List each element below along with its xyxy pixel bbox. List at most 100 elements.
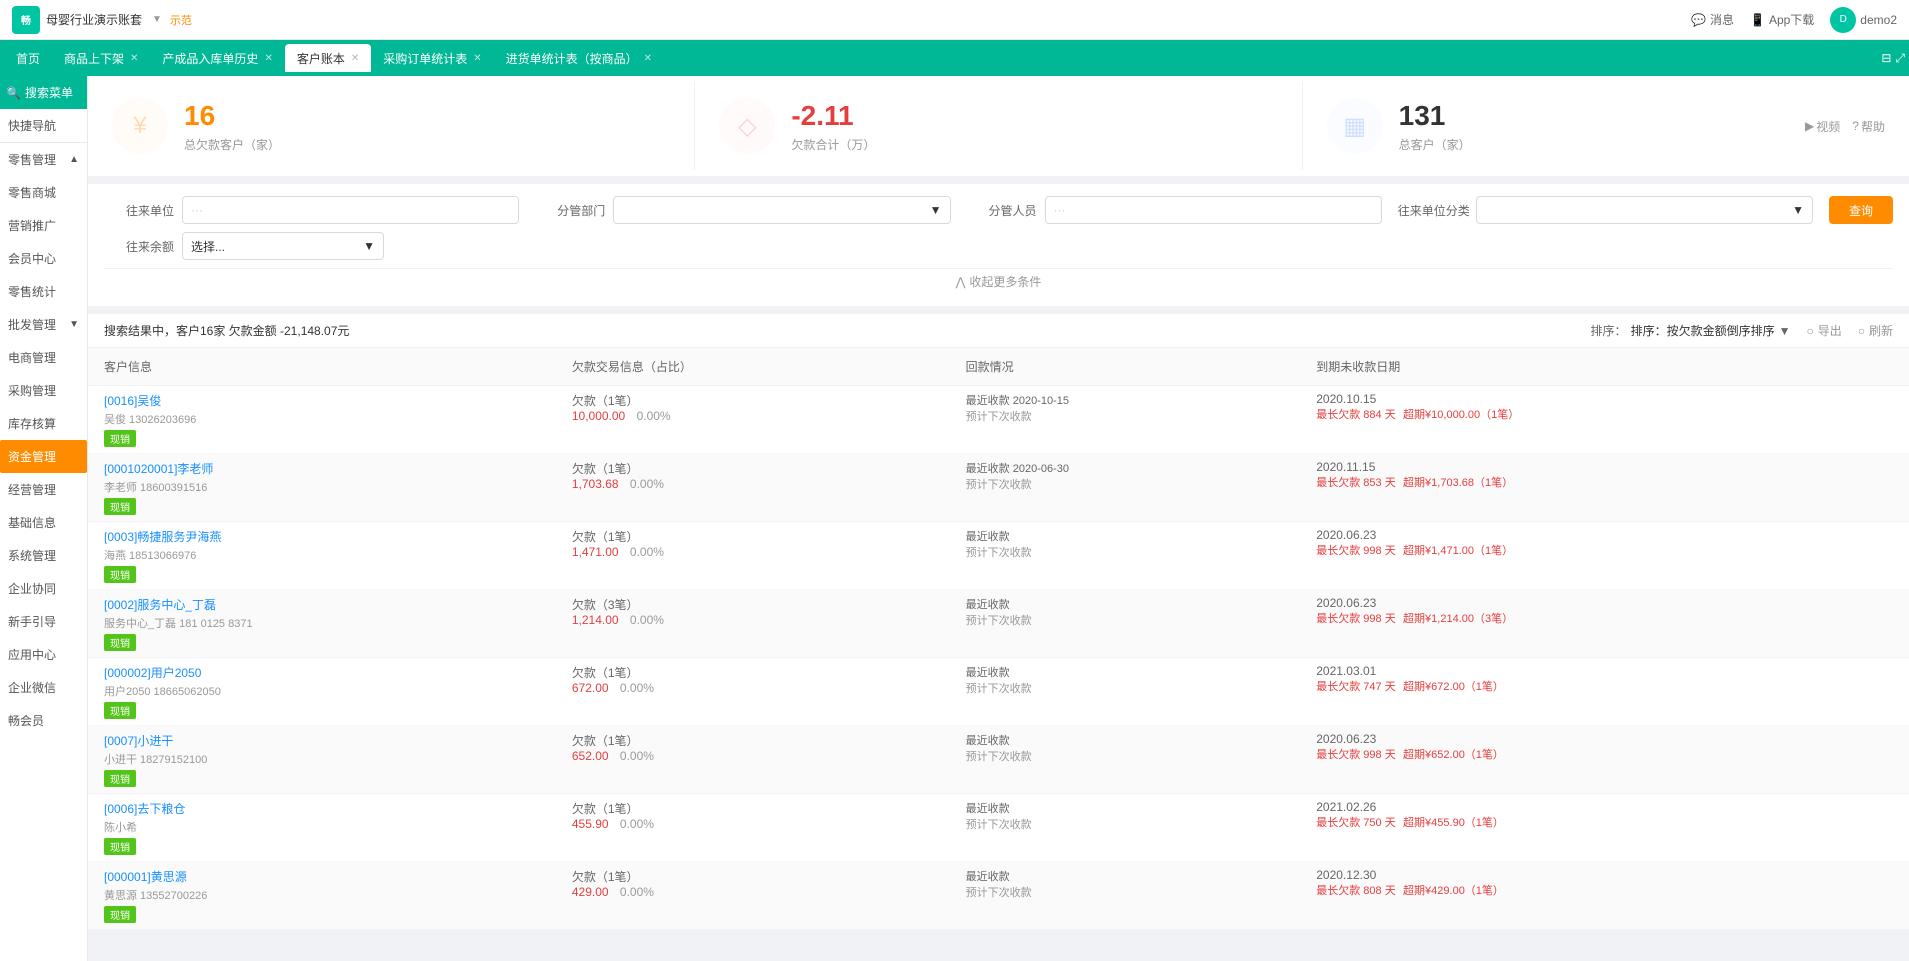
filter-input-vendor[interactable]: ··· [182,196,519,224]
debt-count-5: 欠款（1笔） [572,732,934,749]
export-btn[interactable]: ○ 导出 [1806,322,1841,339]
sidebar-item-vip[interactable]: 畅会员 [0,704,87,737]
cell-due-1: 2020.11.15 最长欠款 853 天 超期¥1,703.68（1笔） [1300,454,1909,522]
tab-shp[interactable]: 商品上下架 ✕ [52,44,150,72]
search-icon: 🔍 [6,86,21,100]
refresh-btn[interactable]: ○ 刷新 [1858,322,1893,339]
customer-name-1[interactable]: [0001020001]李老师 [104,460,540,477]
tab-cgdd[interactable]: 采购订单统计表 ✕ [371,44,493,72]
sidebar-item-retail-stats[interactable]: 零售统计 [0,275,87,308]
debt-amount-row-2: 1,471.00 0.00% [572,545,934,559]
debt-ratio-1: 0.00% [630,477,664,491]
table-row: [0001020001]李老师 李老师 18600391516 现销 欠款（1笔… [88,454,1909,522]
tab-kh-close[interactable]: ✕ [351,53,359,64]
search-button[interactable]: 查询 [1829,196,1893,224]
overdue-days-1: 最长欠款 853 天 [1316,477,1395,489]
tab-shp-close[interactable]: ✕ [130,53,138,64]
customer-name-4[interactable]: [000002]用户2050 [104,664,540,681]
filter-input-vendor-dots: ··· [191,203,203,217]
sidebar-item-system[interactable]: 系统管理 [0,539,87,572]
sidebar-item-wechat[interactable]: 企业微信 [0,671,87,704]
customer-name-7[interactable]: [000001]黄思源 [104,868,540,885]
recent-collect-5: 最近收款 [966,732,1285,748]
due-date-3: 2020.06.23 [1316,596,1893,610]
tab-jh-close[interactable]: ✕ [644,53,652,64]
sidebar-item-retail-mgmt[interactable]: 零售管理 ▲ [0,143,87,176]
sidebar-item-purchase[interactable]: 采购管理 [0,374,87,407]
tab-jh[interactable]: 进货单统计表（按商品） ✕ [494,44,664,72]
stat-icon-customers: ▦ [1327,98,1383,154]
tab-expand-icon[interactable]: ⤢ [1895,51,1905,66]
overdue-amount-7[interactable]: 超期¥429.00（1笔） [1403,885,1504,897]
sidebar-toggle[interactable]: 示范 [170,12,192,28]
sidebar-item-quicknav[interactable]: 快捷导航 [0,109,87,142]
tab-minimize-icon[interactable]: ⊟ [1881,51,1891,66]
sidebar-search-label: 搜索菜单 [25,84,73,101]
overdue-amount-6[interactable]: 超期¥455.90（1笔） [1403,817,1504,829]
sidebar-item-basic[interactable]: 基础信息 [0,506,87,539]
filter-input-person[interactable]: ··· [1045,196,1382,224]
sidebar-item-inventory[interactable]: 库存核算 [0,407,87,440]
stat-action-help[interactable]: ? 帮助 [1852,118,1885,135]
company-dropdown-arrow[interactable]: ▼ [152,14,162,25]
sidebar-item-marketing[interactable]: 营销推广 [0,209,87,242]
sidebar-item-newguide[interactable]: 新手引导 [0,605,87,638]
cell-collect-4: 最近收款 预计下次收款 [950,658,1301,726]
overdue-amount-5[interactable]: 超期¥652.00（1笔） [1403,749,1504,761]
tab-crk[interactable]: 产成品入库单历史 ✕ [150,44,284,72]
stat-number-customers: 131 [1399,100,1471,132]
filter-label-category: 往来单位分类 [1398,202,1468,219]
stat-action-video[interactable]: ▶ 视频 [1805,118,1840,135]
sidebar-item-appcenter-label: 应用中心 [8,646,56,663]
sort-select[interactable]: 排序： 排序：按欠款金额倒序排序 ▼ [1591,322,1791,339]
next-collect-6: 预计下次收款 [966,816,1285,832]
due-date-6: 2021.02.26 [1316,800,1893,814]
collapse-btn[interactable]: ⋀ 收起更多条件 [956,273,1042,290]
overdue-amount-0[interactable]: 超期¥10,000.00（1笔） [1403,409,1519,421]
filter-label-dept: 分管部门 [535,202,605,219]
customer-tag-3: 现销 [104,634,136,651]
customer-name-0[interactable]: [0016]吴俊 [104,392,540,409]
tab-home[interactable]: 首页 [4,44,52,72]
debt-amount-row-7: 429.00 0.00% [572,885,934,899]
filter-item-dept: 分管部门 ▼ [535,196,950,224]
cell-debt-5: 欠款（1笔） 652.00 0.00% [556,726,950,794]
filter-select-category[interactable]: ▼ [1476,196,1813,224]
overdue-amount-3[interactable]: 超期¥1,214.00（3笔） [1403,613,1513,625]
sidebar-item-wholesale-arrow: ▼ [69,319,79,330]
overdue-amount-1[interactable]: 超期¥1,703.68（1笔） [1403,477,1513,489]
cell-debt-6: 欠款（1笔） 455.90 0.00% [556,794,950,862]
filter-select-balance[interactable]: 选择... ▼ [182,232,384,260]
filter-select-dept[interactable]: ▼ [613,196,950,224]
customer-name-6[interactable]: [0006]去下粮仓 [104,800,540,817]
due-date-2: 2020.06.23 [1316,528,1893,542]
overdue-days-3: 最长欠款 998 天 [1316,613,1395,625]
app-download-btn[interactable]: 📱 App下载 [1750,11,1814,28]
avatar: D [1830,7,1856,33]
sidebar-item-retail-mall[interactable]: 零售商城 [0,176,87,209]
export-label: 导出 [1818,322,1842,339]
message-label: 消息 [1710,11,1734,28]
sidebar-search[interactable]: 🔍 搜索菜单 [0,76,87,109]
message-btn[interactable]: 💬 消息 [1691,11,1734,28]
sidebar-item-collab[interactable]: 企业协同 [0,572,87,605]
user-area[interactable]: D demo2 [1830,7,1897,33]
customer-name-3[interactable]: [0002]服务中心_丁磊 [104,596,540,613]
sidebar-item-operation[interactable]: 经营管理 [0,473,87,506]
customer-name-5[interactable]: [0007]小进干 [104,732,540,749]
sidebar-item-ecommerce[interactable]: 电商管理 [0,341,87,374]
stat-info-customers: 131 总客户（家） [1399,100,1471,153]
sidebar-item-wholesale[interactable]: 批发管理 ▼ [0,308,87,341]
filter-input-person-dots: ··· [1054,203,1066,217]
sidebar-item-member[interactable]: 会员中心 [0,242,87,275]
overdue-amount-2[interactable]: 超期¥1,471.00（1笔） [1403,545,1513,557]
tab-cgdd-close[interactable]: ✕ [473,53,481,64]
tab-kh[interactable]: 客户账本 ✕ [285,44,371,72]
stat-label-debt: 总欠款客户（家） [184,136,280,153]
sidebar-item-finance[interactable]: 资金管理 [0,440,87,473]
overdue-amount-4[interactable]: 超期¥672.00（1笔） [1403,681,1504,693]
customer-name-2[interactable]: [0003]畅捷服务尹海燕 [104,528,540,545]
tab-crk-close[interactable]: ✕ [264,53,272,64]
sidebar-item-appcenter[interactable]: 应用中心 [0,638,87,671]
debt-ratio-6: 0.00% [620,817,654,831]
